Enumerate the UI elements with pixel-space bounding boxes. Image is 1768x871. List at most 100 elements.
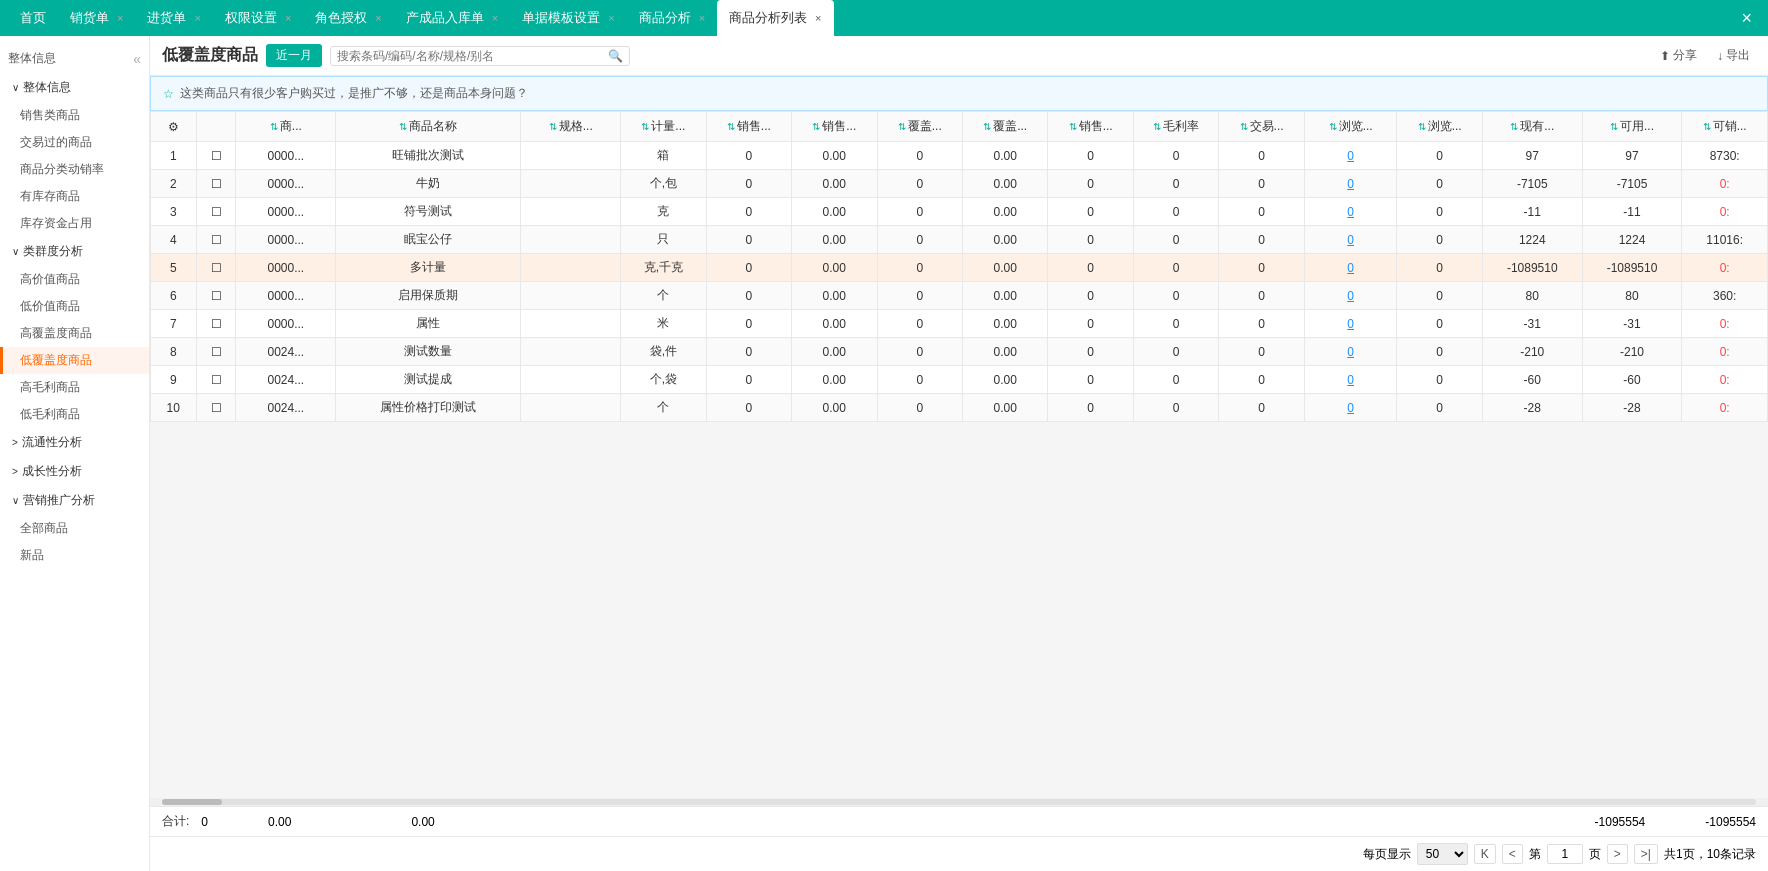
nav-tab-角色授权[interactable]: 角色授权× — [303, 0, 393, 36]
next-page-button[interactable]: > — [1607, 844, 1628, 864]
prev-page-button[interactable]: < — [1502, 844, 1523, 864]
tab-close-icon[interactable]: × — [492, 0, 498, 36]
export-button[interactable]: ↓ 导出 — [1711, 45, 1756, 66]
col-header-覆盖...[interactable]: ⇅覆盖... — [962, 112, 1047, 142]
col-header-计量...[interactable]: ⇅计量... — [621, 112, 706, 142]
sidebar-item-高价值商品[interactable]: 高价值商品 — [0, 266, 149, 293]
row-sales3: 0 — [1048, 310, 1133, 338]
row-checkbox[interactable]: ☐ — [196, 254, 236, 282]
table-row: 10☐0024...属性价格打印测试个00.0000.0000000-28-28… — [151, 394, 1768, 422]
col-header-商品名称[interactable]: ⇅商品名称 — [336, 112, 521, 142]
tab-close-icon[interactable]: × — [194, 0, 200, 36]
sidebar-section-成长性分析[interactable]: >成长性分析 — [0, 457, 149, 486]
tab-close-icon[interactable]: × — [699, 0, 705, 36]
sidebar-item-新品[interactable]: 新品 — [0, 542, 149, 569]
browse1-link[interactable]: 0 — [1347, 401, 1354, 415]
close-all-button[interactable]: × — [1733, 8, 1760, 29]
row-checkbox[interactable]: ☐ — [196, 226, 236, 254]
col-header-销售...[interactable]: ⇅销售... — [706, 112, 791, 142]
browse1-link[interactable]: 0 — [1347, 233, 1354, 247]
date-filter-button[interactable]: 近一月 — [266, 44, 322, 67]
nav-tab-销货单[interactable]: 销货单× — [58, 0, 135, 36]
tab-close-icon[interactable]: × — [285, 0, 291, 36]
table-row: 1☐0000...旺铺批次测试箱00.0000.000000097978730: — [151, 142, 1768, 170]
tab-close-icon[interactable]: × — [815, 0, 821, 36]
row-checkbox[interactable]: ☐ — [196, 170, 236, 198]
nav-tab-进货单[interactable]: 进货单× — [135, 0, 212, 36]
browse1-link[interactable]: 0 — [1347, 177, 1354, 191]
nav-tab-产成品入库单[interactable]: 产成品入库单× — [394, 0, 510, 36]
tab-close-icon[interactable]: × — [375, 0, 381, 36]
sidebar-item-商品分类动销率[interactable]: 商品分类动销率 — [0, 156, 149, 183]
row-checkbox[interactable]: ☐ — [196, 394, 236, 422]
browse1-link[interactable]: 0 — [1347, 345, 1354, 359]
sidebar-item-低毛利商品[interactable]: 低毛利商品 — [0, 401, 149, 428]
page-input[interactable] — [1547, 844, 1583, 864]
search-icon[interactable]: 🔍 — [608, 49, 623, 63]
nav-tab-单据模板设置[interactable]: 单据模板设置× — [510, 0, 626, 36]
row-stock2: 80 — [1582, 282, 1682, 310]
per-page-select[interactable]: 50 100 200 — [1417, 843, 1468, 865]
sidebar-item-全部商品[interactable]: 全部商品 — [0, 515, 149, 542]
nav-tab-首页[interactable]: 首页 — [8, 0, 58, 36]
horizontal-scrollbar[interactable] — [150, 798, 1768, 806]
browse1-link[interactable]: 0 — [1347, 373, 1354, 387]
share-button[interactable]: ⬆ 分享 — [1654, 45, 1703, 66]
sidebar-item-有库存商品[interactable]: 有库存商品 — [0, 183, 149, 210]
row-code: 0024... — [236, 394, 336, 422]
col-header-浏览...[interactable]: ⇅浏览... — [1304, 112, 1397, 142]
col-header-规格...[interactable]: ⇅规格... — [521, 112, 621, 142]
browse1-link[interactable]: 0 — [1347, 205, 1354, 219]
col-header-现有...[interactable]: ⇅现有... — [1482, 112, 1582, 142]
sidebar-item-低价值商品[interactable]: 低价值商品 — [0, 293, 149, 320]
sidebar-item-交易过的商品[interactable]: 交易过的商品 — [0, 129, 149, 156]
row-checkbox[interactable]: ☐ — [196, 282, 236, 310]
sidebar-section-流通性分析[interactable]: >流通性分析 — [0, 428, 149, 457]
col-header-销售...[interactable]: ⇅销售... — [1048, 112, 1133, 142]
tab-close-icon[interactable]: × — [608, 0, 614, 36]
sidebar-item-低覆盖度商品[interactable]: 低覆盖度商品 — [0, 347, 149, 374]
col-header-可销...[interactable]: ⇅可销... — [1682, 112, 1768, 142]
col-header-商...[interactable]: ⇅商... — [236, 112, 336, 142]
row-spec — [521, 170, 621, 198]
row-code: 0000... — [236, 254, 336, 282]
search-input[interactable] — [337, 49, 604, 63]
row-name: 属性 — [336, 310, 521, 338]
row-checkbox[interactable]: ☐ — [196, 142, 236, 170]
tab-close-icon[interactable]: × — [117, 0, 123, 36]
table-row: 5☐0000...多计量克,千克00.0000.0000000-1089510-… — [151, 254, 1768, 282]
sidebar-item-高覆盖度商品[interactable]: 高覆盖度商品 — [0, 320, 149, 347]
sidebar-section-类群度分析[interactable]: ∨类群度分析 — [0, 237, 149, 266]
row-browse1: 0 — [1304, 394, 1397, 422]
col-header-毛利率[interactable]: ⇅毛利率 — [1133, 112, 1218, 142]
first-page-button[interactable]: K — [1474, 844, 1496, 864]
last-page-button[interactable]: >| — [1634, 844, 1658, 864]
row-browse2: 0 — [1397, 170, 1482, 198]
nav-tab-商品分析列表[interactable]: 商品分析列表× — [717, 0, 833, 36]
row-checkbox[interactable]: ☐ — [196, 366, 236, 394]
sort-icon: ⇅ — [641, 121, 649, 132]
row-checkbox[interactable]: ☐ — [196, 310, 236, 338]
browse1-link[interactable]: 0 — [1347, 261, 1354, 275]
browse1-link[interactable]: 0 — [1347, 317, 1354, 331]
sidebar-item-高毛利商品[interactable]: 高毛利商品 — [0, 374, 149, 401]
row-checkbox[interactable]: ☐ — [196, 198, 236, 226]
col-header-可用...[interactable]: ⇅可用... — [1582, 112, 1682, 142]
sidebar-item-库存资金占用[interactable]: 库存资金占用 — [0, 210, 149, 237]
col-header-浏览...[interactable]: ⇅浏览... — [1397, 112, 1482, 142]
col-header-交易...[interactable]: ⇅交易... — [1219, 112, 1304, 142]
browse1-link[interactable]: 0 — [1347, 289, 1354, 303]
table-container[interactable]: ⚙⇅商...⇅商品名称⇅规格...⇅计量...⇅销售...⇅销售...⇅覆盖..… — [150, 111, 1768, 798]
expand-icon: ∨ — [12, 495, 19, 506]
nav-tab-商品分析[interactable]: 商品分析× — [627, 0, 717, 36]
col-header-覆盖...[interactable]: ⇅覆盖... — [877, 112, 962, 142]
row-checkbox[interactable]: ☐ — [196, 338, 236, 366]
row-stock2: -28 — [1582, 394, 1682, 422]
sidebar-item-销售类商品[interactable]: 销售类商品 — [0, 102, 149, 129]
browse1-link[interactable]: 0 — [1347, 149, 1354, 163]
col-header-销售...[interactable]: ⇅销售... — [792, 112, 877, 142]
sidebar-collapse-btn[interactable]: « — [133, 51, 141, 67]
nav-tab-权限设置[interactable]: 权限设置× — [213, 0, 303, 36]
sidebar-section-营销推广分析[interactable]: ∨营销推广分析 — [0, 486, 149, 515]
sidebar-section-整体信息[interactable]: ∨整体信息 — [0, 73, 149, 102]
